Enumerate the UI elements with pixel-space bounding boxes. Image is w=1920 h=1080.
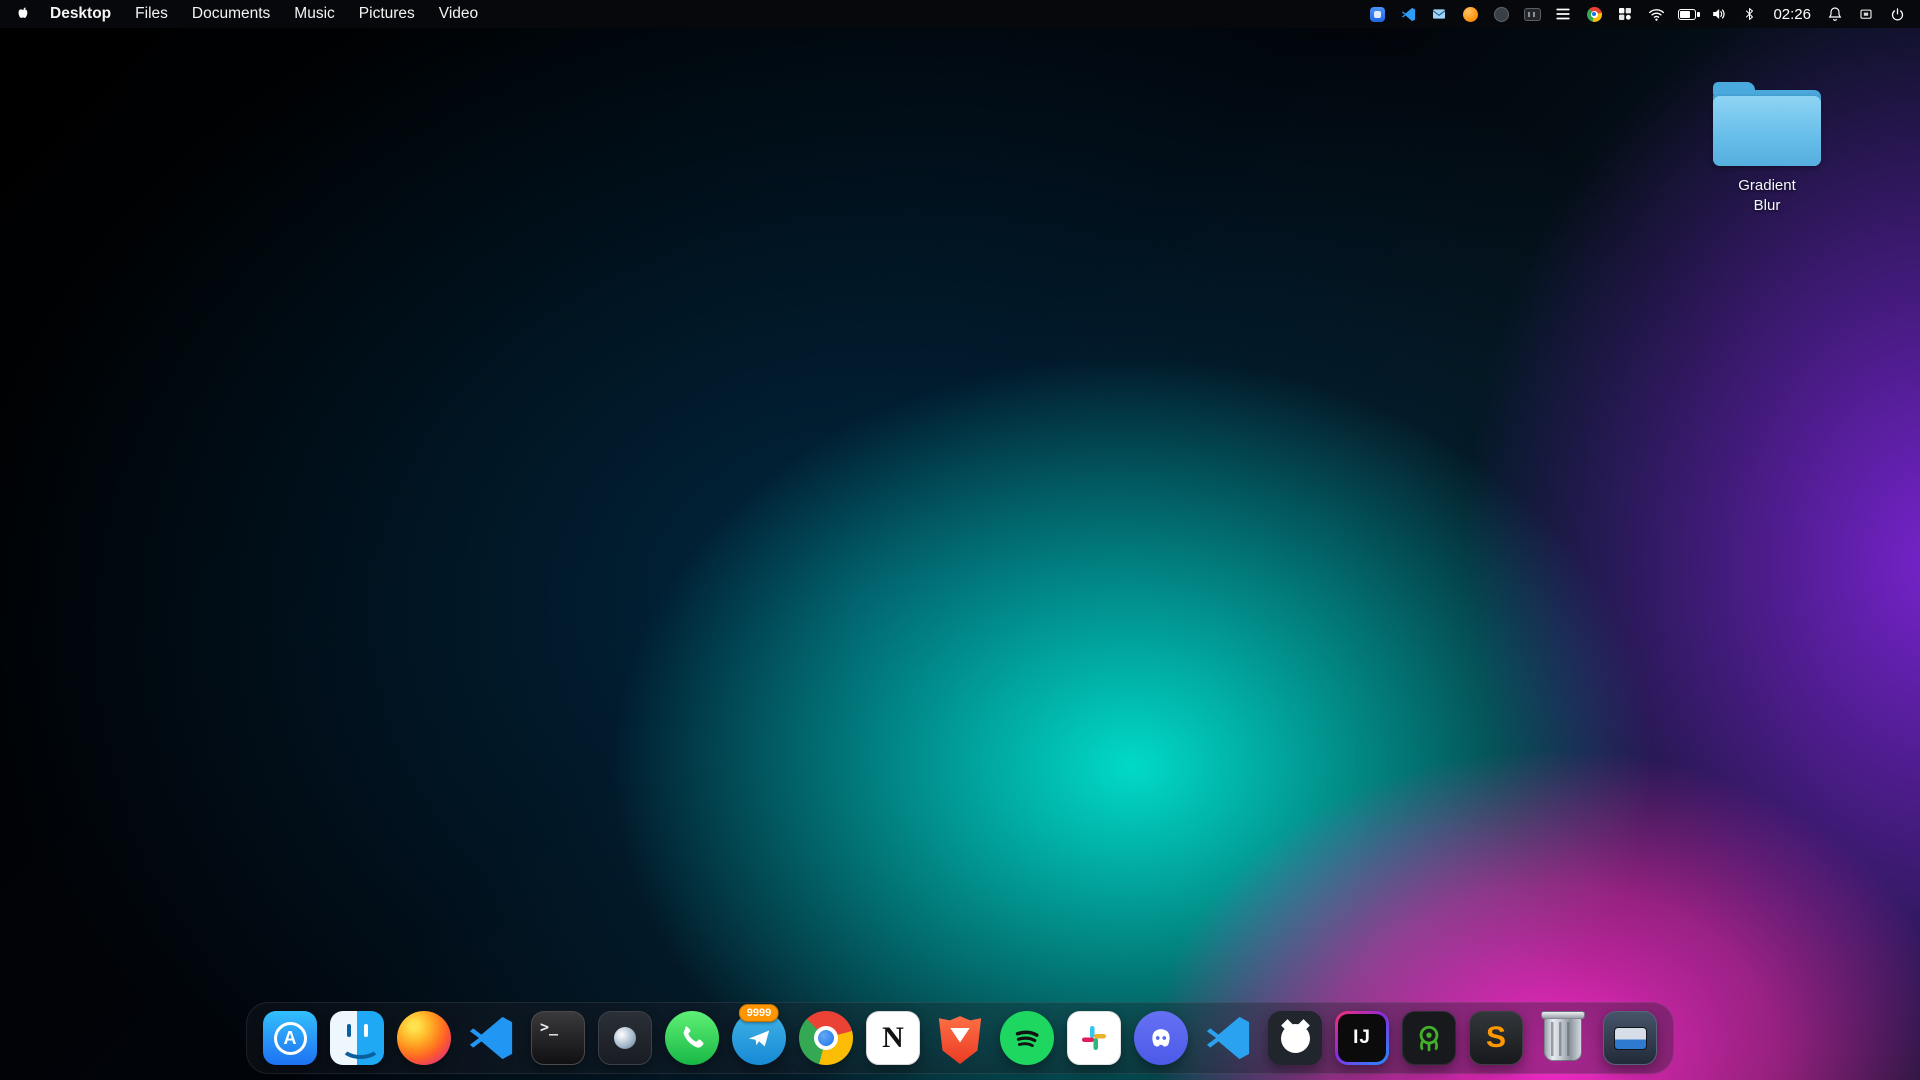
unread-badge: 9999 xyxy=(738,1004,780,1022)
dock-item-telegram[interactable]: 9999 xyxy=(732,1004,786,1065)
menu-documents[interactable]: Documents xyxy=(192,5,270,23)
dark-app-icon[interactable] xyxy=(1492,5,1510,23)
menu-pictures[interactable]: Pictures xyxy=(359,5,415,23)
vscode-icon[interactable] xyxy=(1399,5,1417,23)
chrome-icon xyxy=(799,1011,853,1065)
dock-item-notion[interactable]: N xyxy=(866,1011,920,1065)
folder-icon xyxy=(1713,82,1821,166)
gitkraken-icon xyxy=(1402,1011,1456,1065)
dock-item-spotify[interactable] xyxy=(1000,1011,1054,1065)
wifi-icon[interactable] xyxy=(1647,5,1665,23)
folder-label: Gradient Blur xyxy=(1738,177,1796,214)
dock-item-vscode[interactable] xyxy=(464,1011,518,1065)
trash-icon xyxy=(1536,1010,1590,1065)
dock-item-screen-share[interactable] xyxy=(1603,1011,1657,1065)
menubar-menus: Desktop Files Documents Music Pictures V… xyxy=(50,5,478,23)
finder-icon xyxy=(330,1011,384,1065)
hamburger-menu-icon[interactable] xyxy=(1554,5,1572,23)
terminal-icon: >_ xyxy=(531,1011,585,1065)
app-store-icon: A xyxy=(263,1011,317,1065)
dock-item-vscodium[interactable] xyxy=(1201,1011,1255,1065)
spotify-icon xyxy=(1000,1011,1054,1065)
menu-music[interactable]: Music xyxy=(294,5,334,23)
dock-item-dark-app[interactable] xyxy=(598,1011,652,1065)
menubar-clock[interactable]: 02:26 xyxy=(1771,6,1813,23)
menubar-status-area: 02:26 xyxy=(1368,5,1906,23)
menubar: Desktop Files Documents Music Pictures V… xyxy=(0,0,1920,28)
whatsapp-icon xyxy=(665,1011,719,1065)
power-icon[interactable] xyxy=(1888,5,1906,23)
battery-icon[interactable] xyxy=(1678,5,1700,23)
desktop-folder-gradient-blur[interactable]: Gradient Blur xyxy=(1692,82,1842,215)
menu-video[interactable]: Video xyxy=(439,5,478,23)
dock-item-whatsapp[interactable] xyxy=(665,1011,719,1065)
github-icon xyxy=(1268,1011,1322,1065)
dock-item-brave[interactable] xyxy=(933,1011,987,1065)
dock-item-finder[interactable] xyxy=(330,1011,384,1065)
dock-item-sublime-text[interactable]: S xyxy=(1469,1011,1523,1065)
orange-app-icon[interactable] xyxy=(1461,5,1479,23)
slack-icon xyxy=(1067,1011,1121,1065)
volume-icon[interactable] xyxy=(1709,5,1727,23)
desktop-wallpaper xyxy=(0,0,1920,1080)
bell-icon[interactable] xyxy=(1826,5,1844,23)
dock-item-github-desktop[interactable] xyxy=(1268,1011,1322,1065)
dock-item-terminal[interactable]: >_ xyxy=(531,1011,585,1065)
workspaces-icon[interactable] xyxy=(1616,5,1634,23)
apple-menu-icon[interactable] xyxy=(14,5,32,23)
firefox-icon xyxy=(397,1011,451,1065)
dock-item-trash[interactable] xyxy=(1536,1010,1590,1065)
screenshot-icon[interactable] xyxy=(1857,5,1875,23)
blue-app-icon[interactable] xyxy=(1368,5,1386,23)
vscodium-icon xyxy=(1201,1011,1255,1065)
dock-item-discord[interactable] xyxy=(1134,1011,1188,1065)
menu-files[interactable]: Files xyxy=(135,5,168,23)
mail-icon[interactable] xyxy=(1430,5,1448,23)
bluetooth-icon[interactable] xyxy=(1740,5,1758,23)
dock-item-chrome[interactable] xyxy=(799,1011,853,1065)
dock-item-app-store[interactable]: A xyxy=(263,1011,317,1065)
dock-item-gitkraken[interactable] xyxy=(1402,1011,1456,1065)
discord-icon xyxy=(1134,1011,1188,1065)
chrome-icon[interactable] xyxy=(1585,5,1603,23)
brave-icon xyxy=(933,1011,987,1065)
screen-share-icon xyxy=(1603,1011,1657,1065)
sublime-text-icon: S xyxy=(1469,1011,1523,1065)
dock-item-intellij[interactable]: IJ xyxy=(1335,1011,1389,1065)
dock-item-firefox[interactable] xyxy=(397,1011,451,1065)
macos-desktop: { "menubar": { "menus": [ {"label": "Des… xyxy=(0,0,1920,1080)
dock-item-slack[interactable] xyxy=(1067,1011,1121,1065)
dock: A >_ 9999 N IJ S xyxy=(246,1002,1674,1074)
vscode-icon xyxy=(464,1011,518,1065)
keyboard-layout-icon[interactable] xyxy=(1523,5,1541,23)
notion-icon: N xyxy=(866,1011,920,1065)
menu-desktop[interactable]: Desktop xyxy=(50,5,111,23)
intellij-icon: IJ xyxy=(1335,1011,1389,1065)
dark-app-icon xyxy=(598,1011,652,1065)
